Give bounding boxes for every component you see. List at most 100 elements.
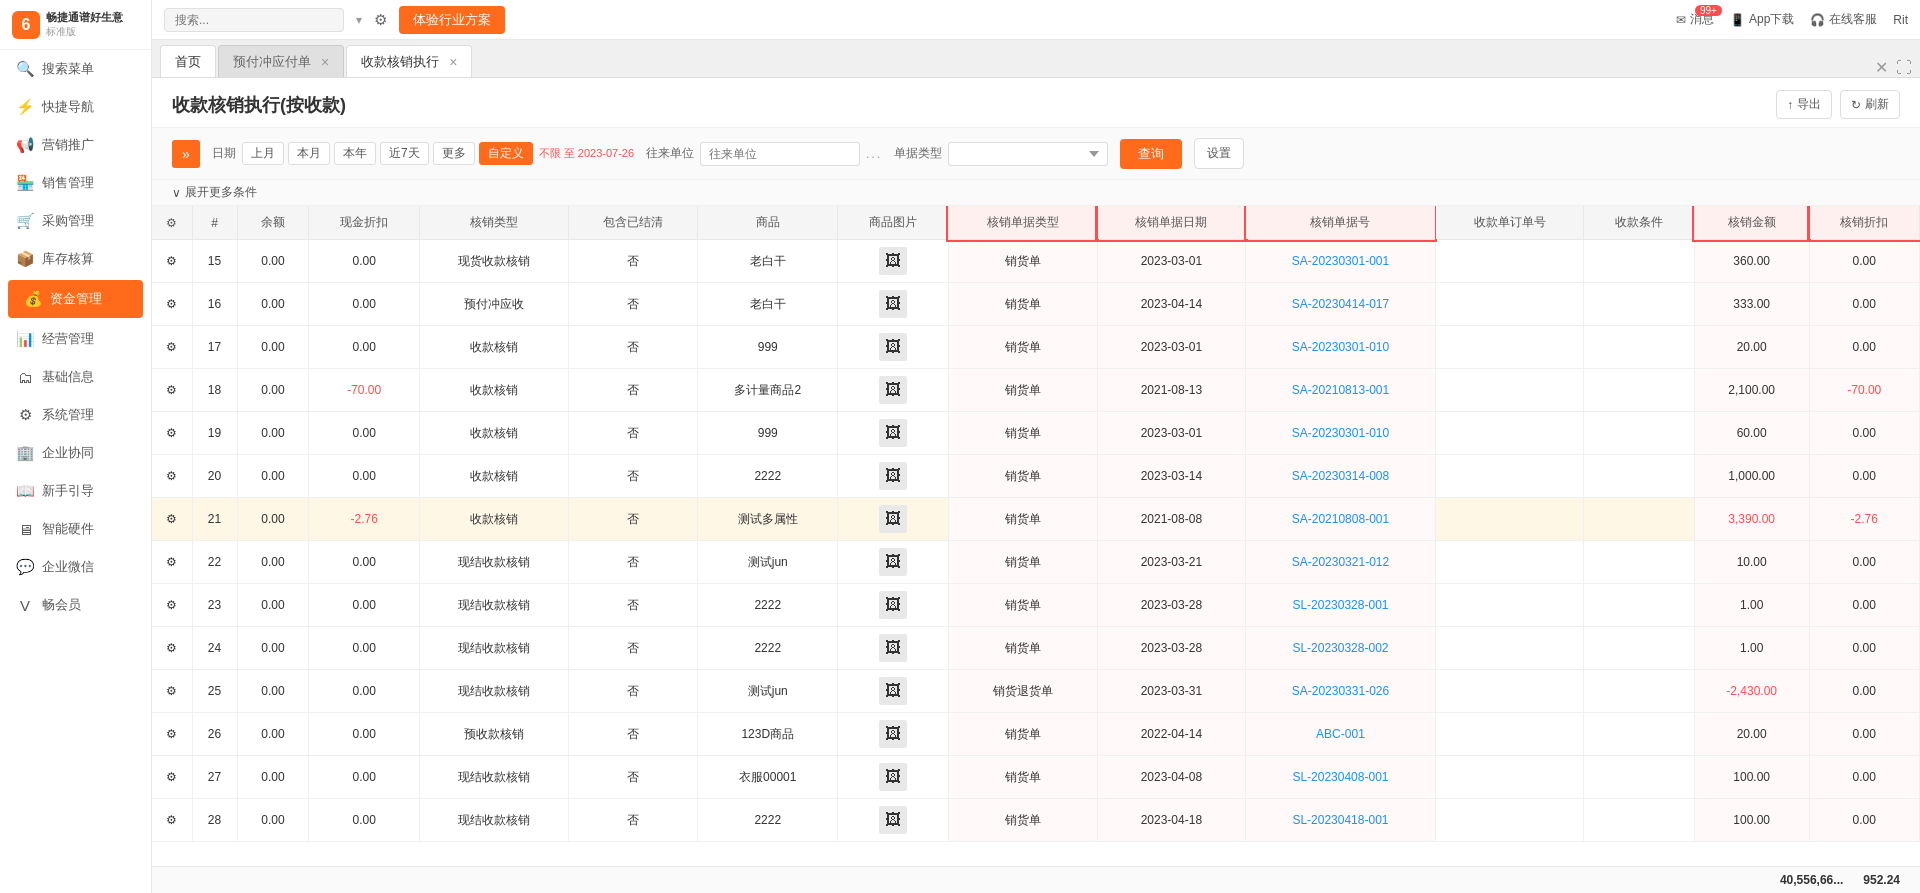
message-badge[interactable]: ✉ 消息 99+	[1676, 11, 1714, 28]
cell-bill-no[interactable]: SL-20230328-001	[1246, 584, 1435, 627]
cell-verify-amount: 100.00	[1694, 756, 1809, 799]
cell-no: 22	[192, 541, 237, 584]
cell-product: 123D商品	[698, 713, 838, 756]
tab-prepay[interactable]: 预付冲应付单 ×	[218, 45, 344, 77]
solution-button[interactable]: 体验行业方案	[399, 6, 505, 34]
cell-verify-type: 现结收款核销	[419, 799, 568, 842]
logo-icon: 6	[12, 11, 40, 39]
tab-close-prepay[interactable]: ×	[321, 54, 329, 70]
sidebar-item-marketing[interactable]: 📢 营销推广	[0, 126, 151, 164]
sidebar-item-basic[interactable]: 🗂 基础信息	[0, 358, 151, 396]
cell-collection-order	[1435, 799, 1584, 842]
col-settings[interactable]: ⚙	[152, 206, 192, 240]
sidebar-item-inventory[interactable]: 📦 库存核算	[0, 240, 151, 278]
table-header-row: ⚙ # 余额 现金折扣 核销类型 包含已结清 商品 商品图片 核销单据类型 核销…	[152, 206, 1920, 240]
cell-bill-no[interactable]: SA-20210808-001	[1246, 498, 1435, 541]
cell-verify-discount: -70.00	[1809, 369, 1920, 412]
export-icon: ↑	[1787, 98, 1793, 112]
date-this-year[interactable]: 本年	[334, 142, 376, 165]
bill-type-select[interactable]	[948, 142, 1108, 166]
sidebar-item-wechat[interactable]: 💬 企业微信	[0, 548, 151, 586]
cell-bill-no[interactable]: SA-20230301-010	[1246, 326, 1435, 369]
app-download-link[interactable]: 📱 App下载	[1730, 11, 1794, 28]
table-row[interactable]: ⚙ 20 0.00 0.00 收款核销 否 2222 🖼 销货单 2023-03…	[152, 455, 1920, 498]
cell-settings: ⚙	[152, 412, 192, 455]
cell-bill-date: 2023-04-08	[1097, 756, 1246, 799]
cell-product-image: 🖼	[838, 670, 948, 713]
table-row[interactable]: ⚙ 24 0.00 0.00 现结收款核销 否 2222 🖼 销货单 2023-…	[152, 627, 1920, 670]
cell-bill-date: 2023-03-21	[1097, 541, 1246, 584]
cell-verify-type: 现结收款核销	[419, 756, 568, 799]
tab-collection[interactable]: 收款核销执行 ×	[346, 45, 472, 77]
cell-collection-condition	[1584, 627, 1694, 670]
sidebar-label-enterprise: 企业协同	[42, 444, 94, 462]
sidebar-item-member[interactable]: V 畅会员	[0, 586, 151, 624]
cell-bill-no[interactable]: SA-20230321-012	[1246, 541, 1435, 584]
sidebar-item-enterprise[interactable]: 🏢 企业协同	[0, 434, 151, 472]
table-row[interactable]: ⚙ 21 0.00 -2.76 收款核销 否 测试多属性 🖼 销货单 2021-…	[152, 498, 1920, 541]
cell-bill-no[interactable]: SL-20230408-001	[1246, 756, 1435, 799]
cell-bill-no[interactable]: SA-20230331-026	[1246, 670, 1435, 713]
cell-settings: ⚙	[152, 541, 192, 584]
table-row[interactable]: ⚙ 28 0.00 0.00 现结收款核销 否 2222 🖼 销货单 2023-…	[152, 799, 1920, 842]
cell-verify-discount: 0.00	[1809, 412, 1920, 455]
sidebar-item-system[interactable]: ⚙ 系统管理	[0, 396, 151, 434]
partner-input[interactable]	[700, 142, 860, 166]
table-row[interactable]: ⚙ 25 0.00 0.00 现结收款核销 否 测试jun 🖼 销货退货单 20…	[152, 670, 1920, 713]
cell-bill-type: 销货单	[948, 541, 1097, 584]
cell-product-image: 🖼	[838, 627, 948, 670]
cell-product: 2222	[698, 584, 838, 627]
cell-bill-no[interactable]: ABC-001	[1246, 713, 1435, 756]
sidebar-item-search[interactable]: 🔍 搜索菜单	[0, 50, 151, 88]
expand-icon[interactable]: ⛶	[1896, 59, 1912, 77]
table-row[interactable]: ⚙ 18 0.00 -70.00 收款核销 否 多计量商品2 🖼 销货单 202…	[152, 369, 1920, 412]
date-7days[interactable]: 近7天	[380, 142, 429, 165]
cell-bill-date: 2022-04-14	[1097, 713, 1246, 756]
setting-button[interactable]: 设置	[1194, 138, 1244, 169]
user-menu[interactable]: Rit	[1893, 13, 1908, 27]
query-button[interactable]: 查询	[1120, 139, 1182, 169]
cell-bill-no[interactable]: SA-20230414-017	[1246, 283, 1435, 326]
table-row[interactable]: ⚙ 15 0.00 0.00 现货收款核销 否 老白干 🖼 销货单 2023-0…	[152, 240, 1920, 283]
table-row[interactable]: ⚙ 22 0.00 0.00 现结收款核销 否 测试jun 🖼 销货单 2023…	[152, 541, 1920, 584]
cell-bill-no[interactable]: SA-20230301-001	[1246, 240, 1435, 283]
date-more[interactable]: 更多	[433, 142, 475, 165]
export-button[interactable]: ↑ 导出	[1776, 90, 1832, 119]
enterprise-icon: 🏢	[16, 444, 34, 462]
refresh-button[interactable]: ↻ 刷新	[1840, 90, 1900, 119]
table-row[interactable]: ⚙ 26 0.00 0.00 预收款核销 否 123D商品 🖼 销货单 2022…	[152, 713, 1920, 756]
sidebar-item-purchase[interactable]: 🛒 采购管理	[0, 202, 151, 240]
filter-expand-button[interactable]: »	[172, 140, 200, 168]
tab-close-collection[interactable]: ×	[449, 54, 457, 70]
topbar-search-input[interactable]	[164, 8, 344, 32]
cell-bill-no[interactable]: SA-20230301-010	[1246, 412, 1435, 455]
table-row[interactable]: ⚙ 23 0.00 0.00 现结收款核销 否 2222 🖼 销货单 2023-…	[152, 584, 1920, 627]
table-row[interactable]: ⚙ 16 0.00 0.00 预付冲应收 否 老白干 🖼 销货单 2023-04…	[152, 283, 1920, 326]
gear-icon[interactable]: ⚙	[374, 11, 387, 29]
sidebar-item-business[interactable]: 📊 经营管理	[0, 320, 151, 358]
sidebar-item-sales[interactable]: 🏪 销售管理	[0, 164, 151, 202]
cell-bill-no[interactable]: SL-20230328-002	[1246, 627, 1435, 670]
cell-bill-no[interactable]: SA-20210813-001	[1246, 369, 1435, 412]
date-last-month[interactable]: 上月	[242, 142, 284, 165]
cell-settings: ⚙	[152, 756, 192, 799]
sidebar-item-guide[interactable]: 📖 新手引导	[0, 472, 151, 510]
cell-product: 老白干	[698, 240, 838, 283]
table-row[interactable]: ⚙ 19 0.00 0.00 收款核销 否 999 🖼 销货单 2023-03-…	[152, 412, 1920, 455]
cell-balance: 0.00	[237, 498, 309, 541]
close-all-icon[interactable]: ✕	[1875, 58, 1888, 77]
expand-more-button[interactable]: ∨ 展开更多条件	[172, 184, 257, 201]
cell-bill-no[interactable]: SA-20230314-008	[1246, 455, 1435, 498]
table-row[interactable]: ⚙ 17 0.00 0.00 收款核销 否 999 🖼 销货单 2023-03-…	[152, 326, 1920, 369]
cell-bill-no[interactable]: SL-20230418-001	[1246, 799, 1435, 842]
date-custom[interactable]: 自定义	[479, 142, 533, 165]
date-this-month[interactable]: 本月	[288, 142, 330, 165]
tab-home[interactable]: 首页	[160, 45, 216, 77]
table-row[interactable]: ⚙ 27 0.00 0.00 现结收款核销 否 衣服00001 🖼 销货单 20…	[152, 756, 1920, 799]
message-icon: ✉	[1676, 13, 1686, 27]
sidebar-item-quick-nav[interactable]: ⚡ 快捷导航	[0, 88, 151, 126]
sidebar-label-system: 系统管理	[42, 406, 94, 424]
sidebar-item-finance[interactable]: 💰 资金管理	[8, 280, 143, 318]
online-service-link[interactable]: 🎧 在线客服	[1810, 11, 1877, 28]
sidebar-item-smart[interactable]: 🖥 智能硬件	[0, 510, 151, 548]
